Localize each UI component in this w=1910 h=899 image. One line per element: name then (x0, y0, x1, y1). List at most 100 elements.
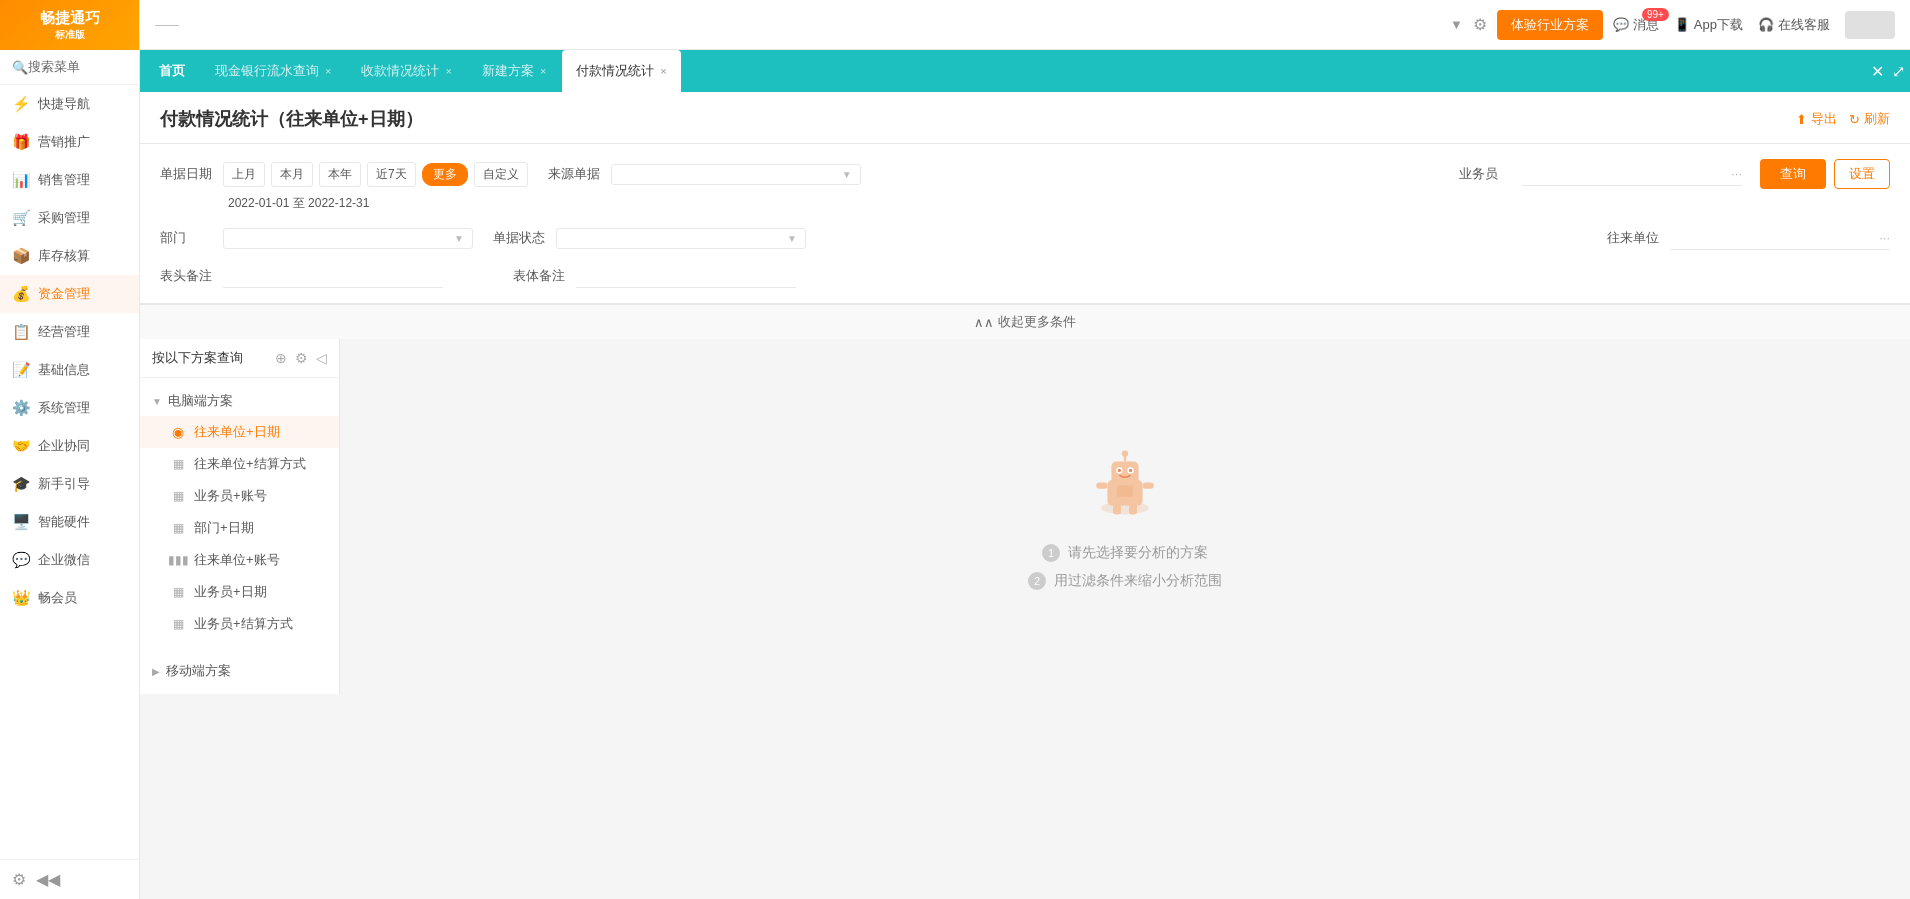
sidebar-item-purchase[interactable]: 🛒 采购管理 (0, 199, 139, 237)
sidebar-item-sales[interactable]: 📊 销售管理 (0, 161, 139, 199)
panel-actions: ⊕ ⚙ ◁ (275, 350, 327, 366)
tab-bank[interactable]: 现金银行流水查询 × (201, 50, 345, 92)
export-button[interactable]: ⬆ 导出 (1796, 110, 1837, 128)
collapse-more-button[interactable]: ∧∧ 收起更多条件 (140, 304, 1910, 339)
desktop-scheme-header[interactable]: ▼ 电脑端方案 (140, 386, 339, 416)
sidebar-item-member[interactable]: 👑 畅会员 (0, 579, 139, 617)
tabbar-expand-btn[interactable]: ⤢ (1892, 62, 1905, 81)
sidebar-item-basic[interactable]: 📝 基础信息 (0, 351, 139, 389)
sidebar-item-marketing[interactable]: 🎁 营销推广 (0, 123, 139, 161)
body-note-input[interactable] (576, 264, 796, 288)
mobile-scheme-section: ▶ 移动端方案 (140, 648, 339, 694)
sidebar-search-label: 搜索菜单 (28, 58, 80, 76)
message-badge: 99+ (1642, 8, 1669, 21)
salesman-dots-icon[interactable]: ··· (1731, 166, 1742, 181)
hardware-icon: 🖥️ (12, 513, 30, 531)
member-icon: 👑 (12, 589, 30, 607)
filter-area: 单据日期 上月 本月 本年 近7天 更多 自定义 来源单据 ▼ (140, 144, 1910, 304)
date-btn-last-month[interactable]: 上月 (223, 162, 265, 187)
sidebar-collapse-icon[interactable]: ◀◀ (36, 870, 60, 889)
tab-bank-close[interactable]: × (325, 65, 331, 77)
partner-input[interactable]: ··· (1670, 226, 1890, 250)
tab-receipt-close[interactable]: × (445, 65, 451, 77)
date-filter-group: 单据日期 上月 本月 本年 近7天 更多 自定义 (160, 162, 528, 187)
topbar-right: 💬 消息 99+ 📱 App下载 🎧 在线客服 (1613, 11, 1895, 39)
settings-button[interactable]: 设置 (1834, 159, 1890, 189)
filter-row-3: 表头备注 表体备注 (160, 264, 1890, 288)
panel-settings-icon[interactable]: ⚙ (295, 350, 308, 366)
svg-point-8 (1122, 450, 1128, 456)
tabbar-close-btn[interactable]: ✕ (1871, 62, 1884, 81)
sidebar-item-guide[interactable]: 🎓 新手引导 (0, 465, 139, 503)
scheme-item-salesman-date[interactable]: ▦ 业务员+日期 (140, 576, 339, 608)
scheme-item-partner-settle[interactable]: ▦ 往来单位+结算方式 (140, 448, 339, 480)
collab-icon: 🤝 (12, 437, 30, 455)
salesman-input[interactable]: ··· (1522, 162, 1742, 186)
tab-home[interactable]: 首页 (145, 50, 199, 92)
online-service-btn[interactable]: 🎧 在线客服 (1758, 16, 1830, 34)
header-note-label: 表头备注 (160, 267, 215, 285)
left-panel: 按以下方案查询 ⊕ ⚙ ◁ ▼ 电脑端方案 ◉ 往来单位+日期 (140, 339, 340, 694)
dept-select[interactable]: ▼ (223, 228, 473, 249)
tab-new-close[interactable]: × (540, 65, 546, 77)
date-btn-more[interactable]: 更多 (422, 163, 468, 186)
svg-rect-11 (1113, 503, 1121, 514)
sidebar-item-quicknav[interactable]: ⚡ 快捷导航 (0, 85, 139, 123)
scheme-item-partner-account[interactable]: ▮▮▮ 往来单位+账号 (140, 544, 339, 576)
doc-status-select[interactable]: ▼ (556, 228, 806, 249)
partner-label: 往来单位 (1607, 229, 1662, 247)
empty-illustration (1085, 444, 1165, 524)
mobile-scheme-header[interactable]: ▶ 移动端方案 (140, 656, 339, 686)
date-btn-this-year[interactable]: 本年 (319, 162, 361, 187)
scheme-item-dept-date[interactable]: ▦ 部门+日期 (140, 512, 339, 544)
date-btn-7days[interactable]: 近7天 (367, 162, 416, 187)
guide-icon: 🎓 (12, 475, 30, 493)
header-note-input[interactable] (223, 264, 443, 288)
sidebar-item-operations[interactable]: 📋 经营管理 (0, 313, 139, 351)
system-icon: ⚙️ (12, 399, 30, 417)
breadcrumb-chevron[interactable]: ▼ (1450, 17, 1463, 32)
scheme-item-salesman-settle[interactable]: ▦ 业务员+结算方式 (140, 608, 339, 640)
scheme-item-salesman-account[interactable]: ▦ 业务员+账号 (140, 480, 339, 512)
date-btn-custom[interactable]: 自定义 (474, 162, 528, 187)
content-layout: 按以下方案查询 ⊕ ⚙ ◁ ▼ 电脑端方案 ◉ 往来单位+日期 (140, 339, 1910, 694)
panel-collapse-icon[interactable]: ◁ (316, 350, 327, 366)
app-download-btn[interactable]: 📱 App下载 (1674, 16, 1743, 34)
right-panel: 1 请先选择要分析的方案 2 用过滤条件来缩小分析范围 (340, 339, 1910, 694)
scheme-item-partner-date[interactable]: ◉ 往来单位+日期 (140, 416, 339, 448)
date-btn-this-month[interactable]: 本月 (271, 162, 313, 187)
doc-status-label: 单据状态 (493, 229, 548, 247)
doc-status-arrow: ▼ (787, 233, 797, 244)
refresh-button[interactable]: ↻ 刷新 (1849, 110, 1890, 128)
phone-icon: 📱 (1674, 17, 1690, 32)
trial-button[interactable]: 体验行业方案 (1497, 10, 1603, 40)
wechat-icon: 💬 (12, 551, 30, 569)
partner-filter-group: 往来单位 ··· (1607, 226, 1890, 250)
left-panel-title: 按以下方案查询 (152, 349, 267, 367)
tab-new[interactable]: 新建方案 × (468, 50, 560, 92)
app-name: 畅捷通巧 (40, 9, 100, 28)
source-select[interactable]: ▼ (611, 164, 861, 185)
tab-payment-close[interactable]: × (660, 65, 666, 77)
sidebar-bottom: ⚙ ◀◀ (0, 859, 139, 899)
sidebar-item-inventory[interactable]: 📦 库存核算 (0, 237, 139, 275)
tab-payment[interactable]: 付款情况统计 × (562, 50, 680, 92)
sidebar-item-search[interactable]: 🔍 搜索菜单 (0, 50, 139, 85)
partner-dots-icon[interactable]: ··· (1879, 230, 1890, 245)
sidebar-item-funds[interactable]: 💰 资金管理 (0, 275, 139, 313)
sidebar-item-system[interactable]: ⚙️ 系统管理 (0, 389, 139, 427)
tab-receipt[interactable]: 收款情况统计 × (347, 50, 465, 92)
topbar-gear-icon[interactable]: ⚙ (1473, 15, 1487, 34)
sidebar-item-hardware[interactable]: 🖥️ 智能硬件 (0, 503, 139, 541)
message-btn[interactable]: 💬 消息 99+ (1613, 16, 1659, 34)
marketing-icon: 🎁 (12, 133, 30, 151)
export-icon: ⬆ (1796, 112, 1807, 127)
filter-row-1: 单据日期 上月 本月 本年 近7天 更多 自定义 来源单据 ▼ (160, 159, 1890, 189)
query-button[interactable]: 查询 (1760, 159, 1826, 189)
panel-add-icon[interactable]: ⊕ (275, 350, 287, 366)
sidebar-item-collab[interactable]: 🤝 企业协同 (0, 427, 139, 465)
user-avatar[interactable] (1845, 11, 1895, 39)
settings-icon[interactable]: ⚙ (12, 870, 26, 889)
sidebar-item-wechat[interactable]: 💬 企业微信 (0, 541, 139, 579)
header-note-group: 表头备注 (160, 264, 443, 288)
